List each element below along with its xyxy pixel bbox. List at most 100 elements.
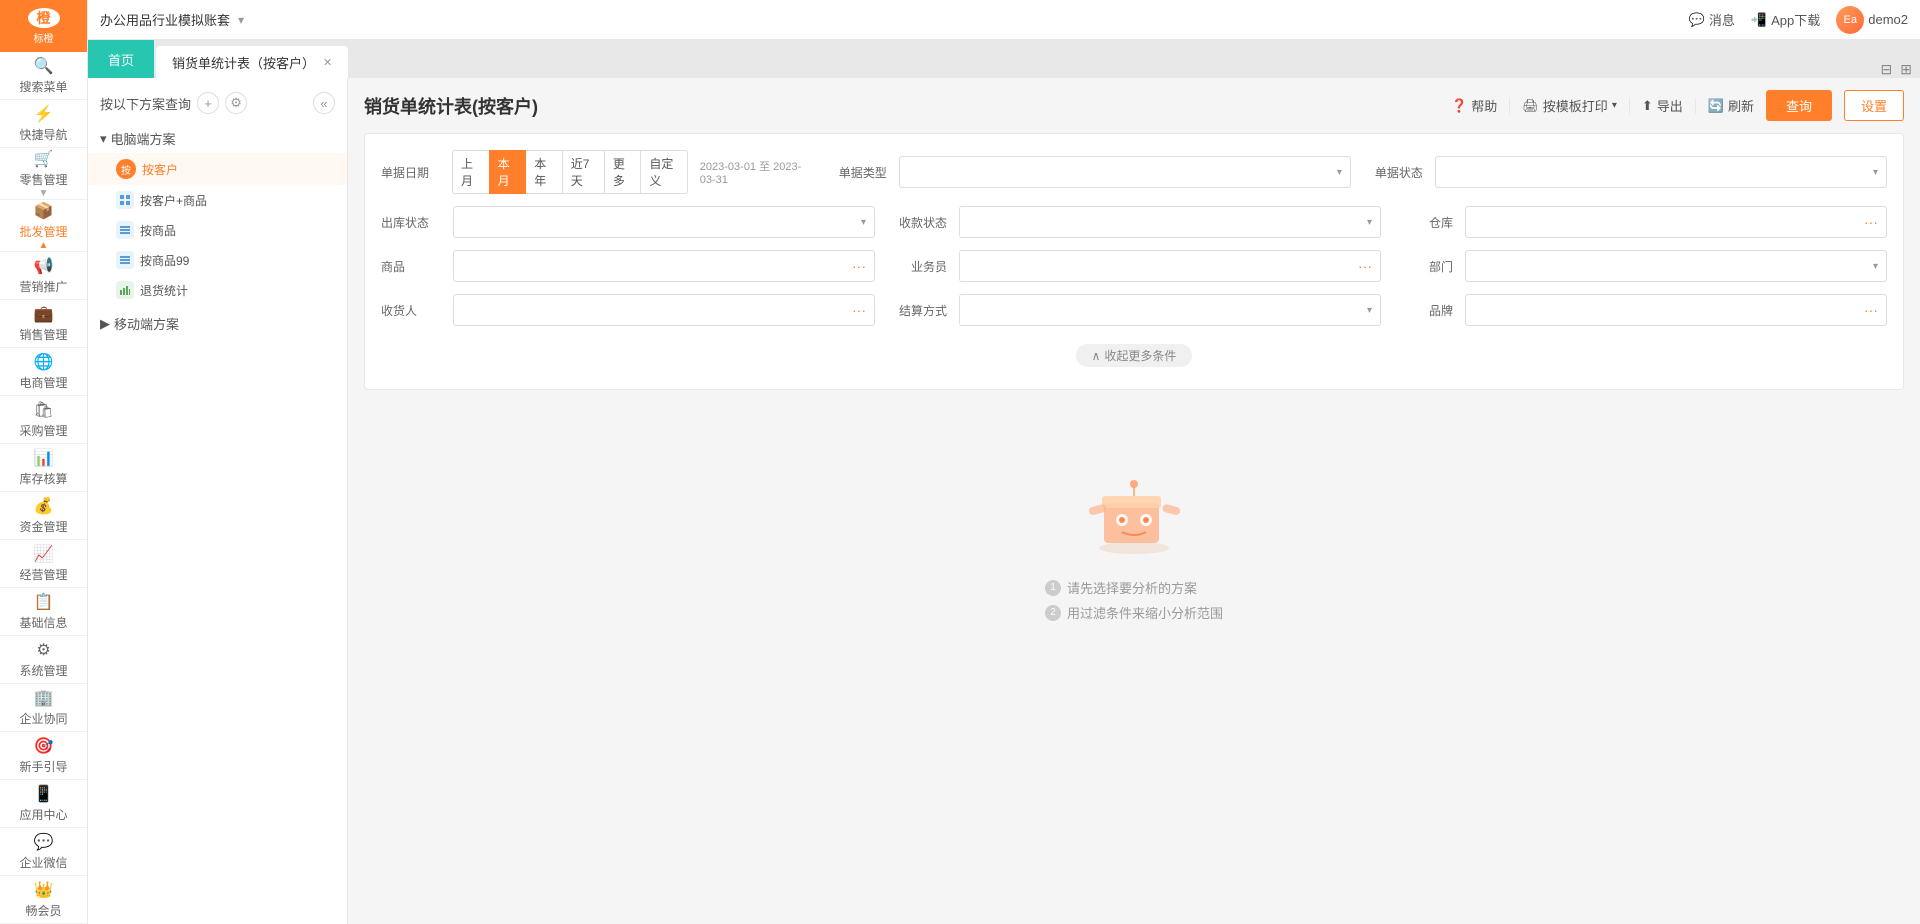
scheme-by-customer-goods-label: 按客户+商品 — [140, 192, 207, 209]
help-btn[interactable]: ❓ 帮助 — [1451, 96, 1497, 115]
return-stats-icon — [116, 281, 134, 299]
settlement-select[interactable]: ▾ — [959, 294, 1381, 326]
brand-label: 品牌 — [1393, 302, 1453, 319]
scheme-by-goods[interactable]: 按商品 — [88, 215, 347, 245]
customer-scheme-icon: 按 — [116, 159, 136, 179]
tab-home-label: 首页 — [108, 50, 134, 69]
sidebar-item-newbie-label: 新手引导 — [19, 758, 67, 775]
page-actions: ❓ 帮助 🖨 按模板打印 ▾ ⬆ 导出 — [1451, 90, 1904, 121]
desktop-group-toggle[interactable]: ▾ 电脑端方案 — [88, 124, 347, 153]
scheme-by-goods-99[interactable]: 按商品99 — [88, 245, 347, 275]
query-button[interactable]: 查询 — [1766, 90, 1832, 121]
tab-sales-stats-label: 销货单统计表（按客户） — [172, 53, 315, 72]
date-tab-last-7[interactable]: 近7天 — [562, 150, 605, 194]
sidebar-item-sales[interactable]: 💼 销售管理 — [0, 300, 87, 348]
department-down-icon: ▾ — [1873, 261, 1878, 272]
settings-scheme-btn[interactable]: ⚙ — [225, 92, 247, 114]
logo-text: 标橙 — [34, 30, 54, 45]
sidebar-item-operations-label: 经营管理 — [19, 566, 67, 583]
app-download-btn[interactable]: 📲 App下载 — [1751, 10, 1820, 29]
sidebar-item-basic[interactable]: 📋 基础信息 — [0, 588, 87, 636]
date-tab-this-month[interactable]: 本月 — [489, 150, 527, 194]
print-label: 按模板打印 — [1543, 96, 1608, 115]
topbar-dropdown-icon[interactable]: ▾ — [238, 13, 244, 27]
doc-type-select[interactable]: ▾ — [899, 156, 1351, 188]
goods-select[interactable]: ··· — [453, 250, 875, 282]
sidebar-item-enterprise-label: 企业协同 — [19, 710, 67, 727]
refresh-btn[interactable]: 🔄 刷新 — [1708, 96, 1754, 115]
sidebar-item-enterprise[interactable]: 🏢 企业协同 — [0, 684, 87, 732]
sidebar-item-purchase[interactable]: 🛍 采购管理 — [0, 396, 87, 444]
date-tab-custom[interactable]: 自定义 — [640, 150, 687, 194]
left-panel-header: 按以下方案查询 + ⚙ « — [88, 86, 347, 120]
sidebar-item-inventory[interactable]: 📊 库存核算 — [0, 444, 87, 492]
collapse-bar[interactable]: ∧ 收起更多条件 — [381, 338, 1887, 373]
out-status-select[interactable]: ▾ — [453, 206, 875, 238]
tab-maximize-icon[interactable]: ⊞ — [1900, 61, 1912, 78]
salesperson-select[interactable]: ··· — [959, 250, 1381, 282]
tab-close-icon[interactable]: ✕ — [323, 56, 332, 69]
add-scheme-btn[interactable]: + — [197, 92, 219, 114]
scheme-by-customer-goods[interactable]: 按客户+商品 — [88, 185, 347, 215]
settings-button[interactable]: 设置 — [1844, 90, 1904, 121]
scheme-by-customer[interactable]: 按 按客户 — [88, 153, 347, 185]
goods-icon — [116, 221, 134, 239]
department-select[interactable]: ▾ — [1465, 250, 1887, 282]
filter-row-4: 收货人 ··· 结算方式 ▾ 品牌 ··· — [381, 294, 1887, 326]
desktop-group: ▾ 电脑端方案 按 按客户 按客户+商品 按商品 — [88, 124, 347, 305]
scheme-return-stats-label: 退货统计 — [140, 282, 188, 299]
sidebar-item-marketing[interactable]: 📢 营销推广 — [0, 252, 87, 300]
collapse-label: 收起更多条件 — [1104, 347, 1176, 364]
collapse-panel-btn[interactable]: « — [313, 92, 335, 114]
message-btn[interactable]: 💬 消息 — [1689, 10, 1735, 29]
receipt-status-down-icon: ▾ — [1367, 217, 1372, 228]
tab-home[interactable]: 首页 — [88, 40, 154, 78]
date-tab-this-year[interactable]: 本年 — [525, 150, 563, 194]
empty-hints: 1 请先选择要分析的方案 2 用过滤条件来缩小分析范围 — [1045, 578, 1223, 628]
export-btn[interactable]: ⬆ 导出 — [1642, 96, 1683, 115]
doc-status-select[interactable]: ▾ — [1435, 156, 1887, 188]
date-tab-last-month[interactable]: 上月 — [452, 150, 490, 194]
brand-select[interactable]: ··· — [1465, 294, 1887, 326]
sidebar-item-corpwechat[interactable]: 💬 企业微信 — [0, 828, 87, 876]
page-title-bar: 销货单统计表(按客户) ❓ 帮助 🖨 按模板打印 ▾ ⬆ — [364, 90, 1904, 121]
tab-sales-stats[interactable]: 销货单统计表（按客户） ✕ — [156, 46, 348, 78]
empty-hint-2: 2 用过滤条件来缩小分析范围 — [1045, 603, 1223, 622]
sidebar-item-ecommerce-label: 电商管理 — [19, 374, 67, 391]
sidebar-item-retail-label: 零售管理 — [19, 171, 67, 188]
empty-hint-1: 1 请先选择要分析的方案 — [1045, 578, 1223, 597]
sidebar-item-shortcut[interactable]: ⚡ 快捷导航 — [0, 100, 87, 148]
desktop-group-label: 电脑端方案 — [111, 129, 176, 148]
sidebar-item-wholesale[interactable]: 📦 批发管理 ▲ — [0, 200, 87, 252]
sidebar-item-newbie[interactable]: 🎯 新手引导 — [0, 732, 87, 780]
receipt-status-select[interactable]: ▾ — [959, 206, 1381, 238]
sidebar-item-appcenter[interactable]: 📱 应用中心 — [0, 780, 87, 828]
sidebar-item-retail[interactable]: 🛒 零售管理 ▼ — [0, 148, 87, 200]
sidebar-item-search[interactable]: 🔍 搜索菜单 — [0, 52, 87, 100]
date-tab-more[interactable]: 更多 — [604, 150, 642, 194]
salesperson-label: 业务员 — [887, 258, 947, 275]
print-btn[interactable]: 🖨 按模板打印 ▾ — [1522, 96, 1617, 115]
sidebar-item-operations[interactable]: 📈 经营管理 — [0, 540, 87, 588]
scheme-by-goods-99-label: 按商品99 — [140, 252, 189, 269]
ecommerce-icon: 🌐 — [34, 352, 54, 372]
receipt-status-label: 收款状态 — [887, 214, 947, 231]
action-divider-2 — [1629, 98, 1630, 114]
consignee-select[interactable]: ··· — [453, 294, 875, 326]
sidebar-item-member[interactable]: 👑 畅会员 — [0, 876, 87, 924]
sidebar-item-finance[interactable]: 💰 资金管理 — [0, 492, 87, 540]
sidebar-item-ecommerce[interactable]: 🌐 电商管理 — [0, 348, 87, 396]
collapse-btn[interactable]: ∧ 收起更多条件 — [1076, 344, 1193, 367]
mobile-group: ▶ 移动端方案 — [88, 309, 347, 338]
sidebar-item-purchase-label: 采购管理 — [19, 422, 67, 439]
mobile-group-toggle[interactable]: ▶ 移动端方案 — [88, 309, 347, 338]
export-label: 导出 — [1657, 96, 1683, 115]
sidebar-item-system[interactable]: ⚙ 系统管理 — [0, 636, 87, 684]
scheme-by-customer-label: 按客户 — [142, 161, 178, 178]
user-area[interactable]: Ea demo2 — [1836, 6, 1908, 34]
scheme-return-stats[interactable]: 退货统计 — [88, 275, 347, 305]
empty-illustration — [1074, 458, 1194, 558]
marketing-icon: 📢 — [34, 256, 54, 276]
warehouse-select[interactable]: ··· — [1465, 206, 1887, 238]
tab-minimize-icon[interactable]: ⊟ — [1881, 61, 1893, 78]
